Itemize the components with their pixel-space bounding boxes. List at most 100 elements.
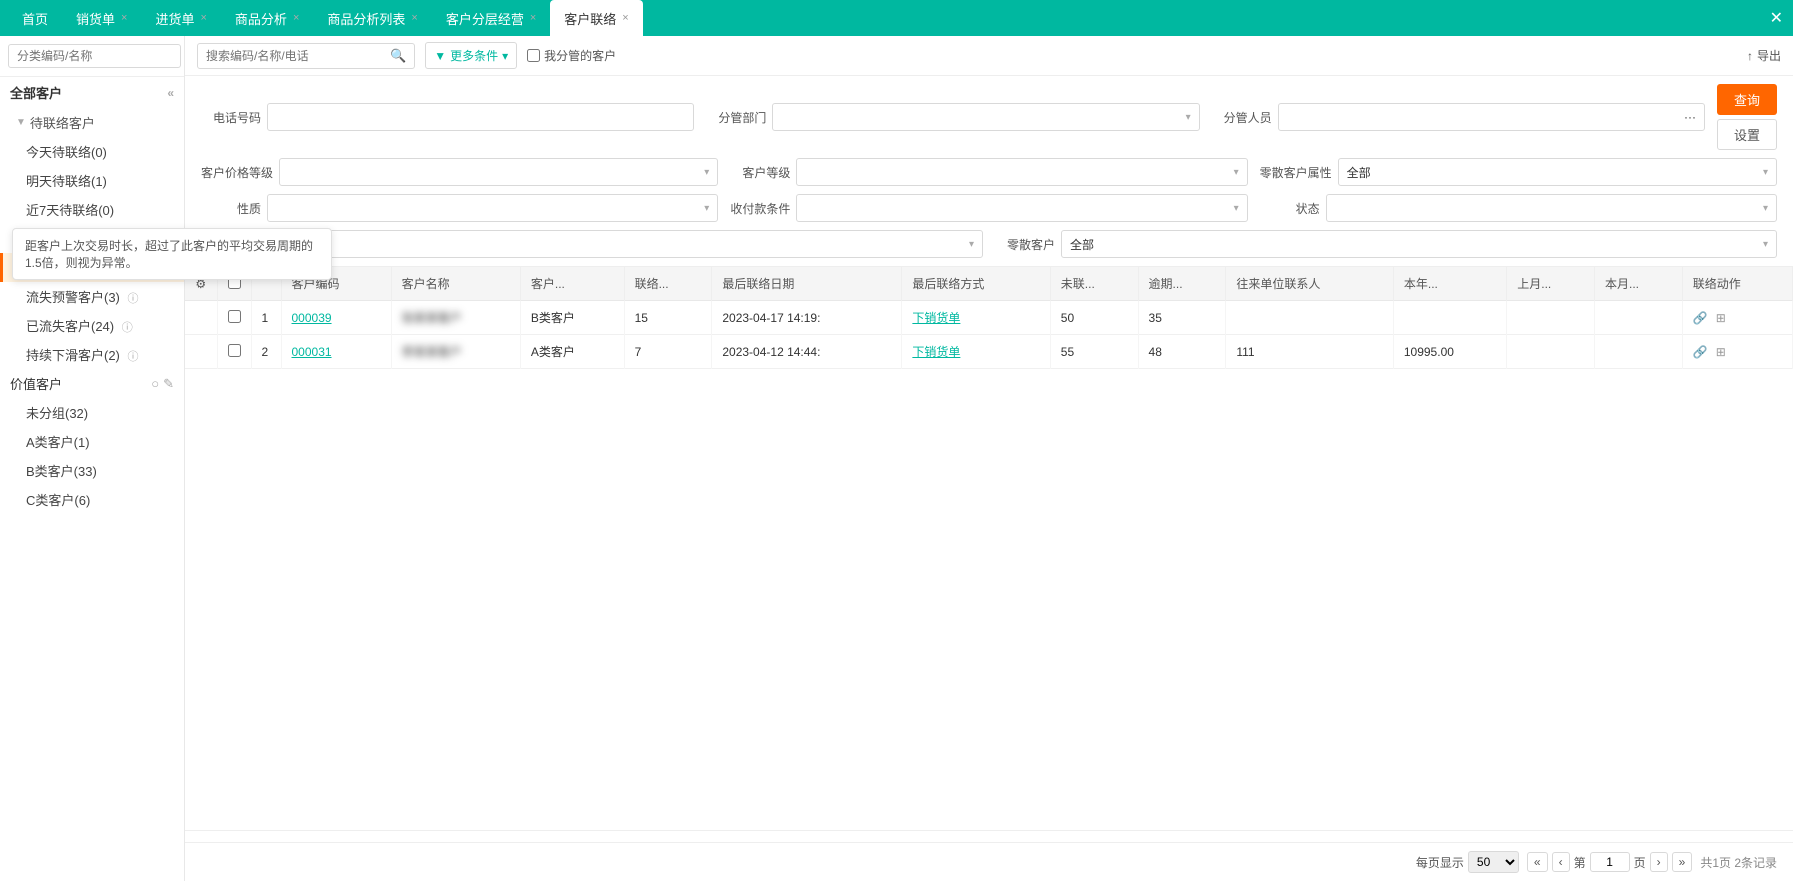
filter-customer-level-label: 客户等级 [730,164,790,181]
row2-unit-contact: 111 [1226,335,1394,369]
more-conditions-button[interactable]: ▼ 更多条件 ▾ [425,42,517,69]
row1-code[interactable]: 000039 [281,301,391,335]
filter-customer-level-select[interactable]: ▾ [796,158,1247,186]
row2-settings-cell [185,335,217,369]
export-icon: ↑ [1747,49,1753,63]
filter-status-select[interactable]: ▾ [1326,194,1777,222]
tab-customer-contact[interactable]: 客户联络 × [550,0,642,36]
col-this-year: 本年... [1393,267,1506,301]
filter-nature-select[interactable]: ▾ [267,194,718,222]
sidebar-item-lost-pre[interactable]: 流失预警客户(3) ⓘ [0,282,184,311]
row2-last-contact-method[interactable]: 下销货单 [902,335,1050,369]
tab-home[interactable]: 首页 [8,0,62,36]
filter-payment: 收付款条件 ▾ [730,194,1247,222]
row2-grid-icon[interactable]: ⊞ [1716,345,1726,359]
filter-phone-label: 电话号码 [201,109,261,126]
row2-customer-type: A类客户 [520,335,624,369]
next-page-button[interactable]: › [1650,852,1668,872]
tab-customer-contact-close[interactable]: × [622,12,628,24]
table-header-row: ⚙ 客户编码 客户名称 客户... [185,267,1793,301]
filter-phone: 电话号码 [201,103,694,131]
pending-group-header[interactable]: ▼ 待联络客户 [0,108,184,137]
tab-sales[interactable]: 销货单 × [62,0,141,36]
value-customer-edit-icons[interactable]: ○ ✎ [151,376,174,392]
page-number-input[interactable] [1590,852,1630,872]
filter-customer-type: 客户类型 ▾ [227,230,983,258]
sidebar-item-a-class[interactable]: A类客户(1) [0,427,184,456]
tab-home-label: 首页 [22,9,48,28]
tab-analysis-list[interactable]: 商品分析列表 × [313,0,431,36]
close-all-tabs-button[interactable]: ✕ [1770,8,1783,28]
tab-analysis-list-close[interactable]: × [411,12,417,24]
tab-sales-close[interactable]: × [121,12,127,24]
query-button[interactable]: 查询 [1717,84,1777,115]
table-row: 1 000039 张某某客户 B类客户 15 [185,301,1793,335]
row1-name: 张某某客户 [391,301,520,335]
row2-this-year: 10995.00 [1393,335,1506,369]
filter-customer-type-select[interactable]: ▾ [293,230,983,258]
tab-purchase[interactable]: 进货单 × [141,0,220,36]
main-search-input[interactable] [206,49,386,63]
filter-manager-select[interactable]: ··· [1278,103,1705,131]
main-search-icon[interactable]: 🔍 [390,48,406,64]
per-page-select[interactable]: 20 50 100 [1468,851,1519,873]
page-label: 第 [1574,854,1586,871]
filter-status: 状态 ▾ [1260,194,1777,222]
row2-checkbox-cell [217,335,251,369]
col-unread: 未联... [1050,267,1138,301]
tab-analysis[interactable]: 商品分析 × [221,0,313,36]
lost-pre-info-icon: ⓘ [128,293,139,305]
tab-customer-tier-close[interactable]: × [530,12,536,24]
col-action: 联络动作 [1682,267,1792,301]
filter-phone-input[interactable] [267,103,694,131]
filter-status-label: 状态 [1260,200,1320,217]
horizontal-scrollbar[interactable] [185,830,1793,842]
row1-checkbox[interactable] [228,310,241,323]
sidebar-item-week[interactable]: 近7天待联络(0) [0,195,184,224]
first-page-button[interactable]: « [1527,852,1548,872]
sidebar-item-lost[interactable]: 已流失客户(24) ⓘ [0,311,184,340]
value-customer-group-header: 价值客户 ○ ✎ [0,369,184,398]
sidebar-item-b-class[interactable]: B类客户(33) [0,456,184,485]
tab-sales-label: 销货单 [76,9,115,28]
filter-buttons: 查询 设置 [1717,84,1777,150]
search-input-wrap: 🔍 [197,43,415,69]
row1-grid-icon[interactable]: ⊞ [1716,311,1726,325]
filter-nature-label: 性质 [201,200,261,217]
row2-last-month [1507,335,1595,369]
row1-last-contact-method[interactable]: 下销货单 [902,301,1050,335]
sidebar-item-ungroup[interactable]: 未分组(32) [0,398,184,427]
sidebar-item-c-class[interactable]: C类客户(6) [0,485,184,514]
filter-retail-attr-select[interactable]: 全部 ▾ [1338,158,1777,186]
sidebar-scroll-area: 全部客户 « ▼ 待联络客户 今天待联络(0) 明天待联络(1) 近7天待联络(… [0,77,184,881]
row2-link-icon[interactable]: 🔗 [1693,345,1708,359]
tab-customer-tier[interactable]: 客户分层经营 × [432,0,550,36]
value-customer-circle-icon[interactable]: ○ [151,376,159,392]
tab-analysis-close[interactable]: × [293,12,299,24]
filter-retail-customer-select[interactable]: 全部 ▾ [1061,230,1777,258]
sidebar-search-input[interactable] [8,44,181,68]
last-page-button[interactable]: » [1672,852,1693,872]
filter-price-level-select[interactable]: ▾ [279,158,718,186]
col-overdue: 逾期... [1138,267,1226,301]
filter-payment-select[interactable]: ▾ [796,194,1247,222]
sidebar-item-decline[interactable]: 持续下滑客户(2) ⓘ [0,340,184,369]
export-button[interactable]: ↑ 导出 [1747,47,1781,64]
my-customer-checkbox[interactable] [527,49,540,62]
customer-table: ⚙ 客户编码 客户名称 客户... [185,267,1793,369]
row1-link-icon[interactable]: 🔗 [1693,311,1708,325]
row2-checkbox[interactable] [228,344,241,357]
prev-page-button[interactable]: ‹ [1552,852,1570,872]
row2-seq: 2 [251,335,281,369]
col-customer-type: 客户... [520,267,624,301]
sidebar-item-tomorrow[interactable]: 明天待联络(1) [0,166,184,195]
tab-purchase-close[interactable]: × [200,12,206,24]
setting-button[interactable]: 设置 [1717,119,1777,150]
row1-customer-type: B类客户 [520,301,624,335]
value-customer-edit-icon[interactable]: ✎ [163,376,174,392]
row2-code[interactable]: 000031 [281,335,391,369]
row2-name: 李某某客户 [391,335,520,369]
sidebar-item-today[interactable]: 今天待联络(0) [0,137,184,166]
collapse-sidebar-button[interactable]: « [167,86,174,100]
filter-dept-select[interactable]: ▾ [772,103,1199,131]
